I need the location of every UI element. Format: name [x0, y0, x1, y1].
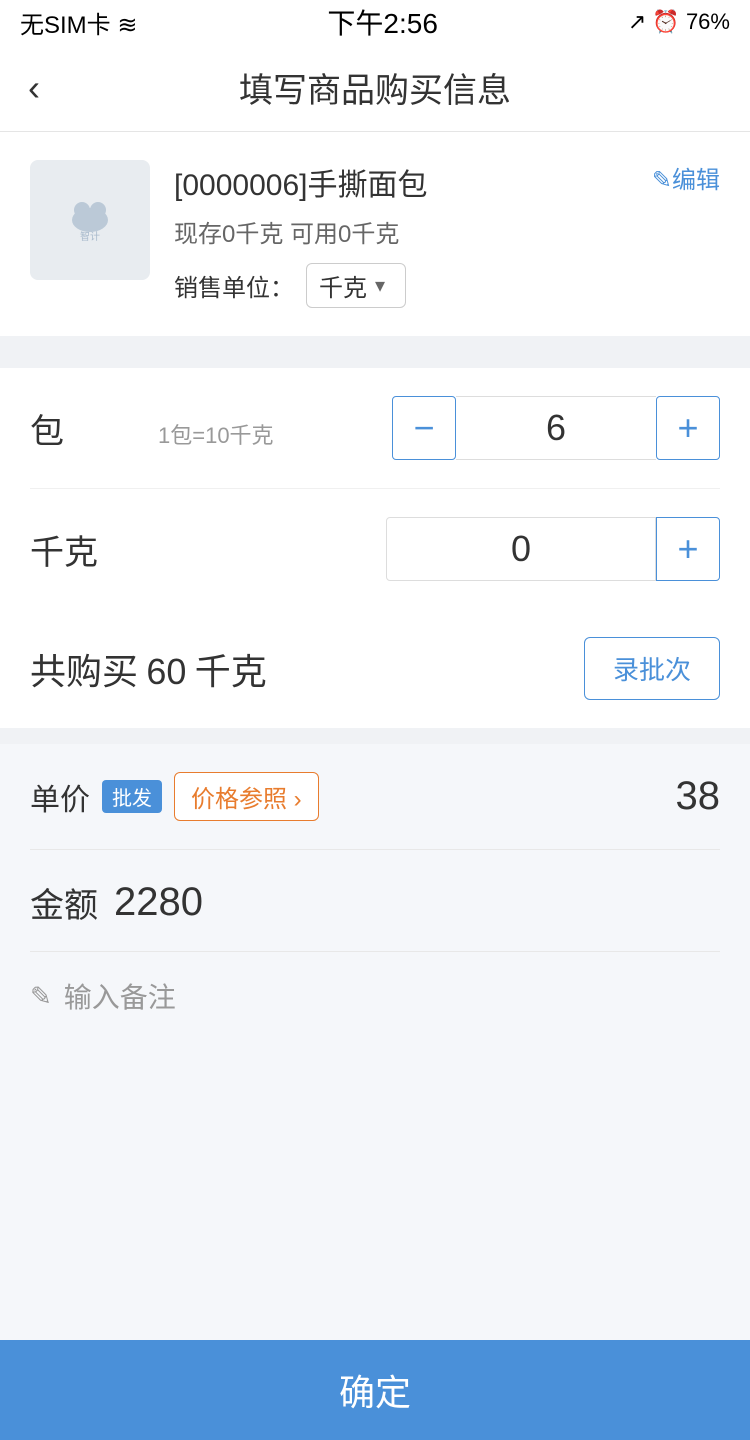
price-label-wrap: 单价 批发 价格参照 › [30, 772, 319, 821]
price-section: 单价 批发 价格参照 › 38 [0, 744, 750, 850]
product-thumbnail-icon: 智计 [60, 190, 120, 250]
confirm-button[interactable]: 确定 [0, 1340, 750, 1440]
amount-label: 金额 [30, 878, 98, 927]
product-card: 智计 [0000006]手撕面包 ✎编辑 现存0千克 可用0千克 销售单位： 千… [0, 132, 750, 336]
summary-amount: 60 [146, 651, 186, 692]
pack-decrement-button[interactable]: − [392, 396, 456, 460]
product-name: [0000006]手撕面包 [174, 160, 427, 204]
summary-text: 共购买 60 千克 [30, 643, 267, 695]
product-image: 智计 [30, 160, 150, 280]
pack-label: 包 [30, 404, 150, 453]
product-unit-row: 销售单位： 千克 ▾ [174, 263, 720, 308]
svg-text:智计: 智计 [80, 230, 100, 243]
amount-row: 金额 2280 [30, 878, 720, 952]
pack-row: 包 1包=10千克 − + [30, 368, 720, 489]
pack-input-section: 包 1包=10千克 − + 千克 + [0, 368, 750, 609]
pack-input[interactable] [456, 396, 656, 460]
remark-placeholder: 输入备注 [64, 976, 176, 1016]
product-stock: 现存0千克 可用0千克 [174, 214, 720, 249]
status-right: ↗ ⏰ 76% [628, 9, 730, 35]
status-time: 下午2:56 [327, 2, 438, 42]
product-name-row: [0000006]手撕面包 ✎编辑 [174, 160, 720, 204]
price-label: 单价 [30, 775, 90, 819]
page-title: 填写商品购买信息 [239, 63, 511, 112]
back-button[interactable]: ‹ [28, 67, 40, 109]
unit-label: 销售单位： [174, 268, 294, 303]
price-row: 单价 批发 价格参照 › 38 [30, 772, 720, 850]
price-ref-button[interactable]: 价格参照 › [174, 772, 319, 821]
unit-dropdown-icon: ▾ [375, 273, 385, 298]
amount-value: 2280 [114, 880, 203, 925]
confirm-label: 确定 [339, 1364, 411, 1416]
summary-prefix: 共购买 [30, 651, 138, 692]
remark-row[interactable]: ✎ 输入备注 [30, 952, 720, 1040]
product-info: [0000006]手撕面包 ✎编辑 现存0千克 可用0千克 销售单位： 千克 ▾ [174, 160, 720, 308]
amount-section: 金额 2280 ✎ 输入备注 [0, 850, 750, 1040]
kg-input[interactable] [386, 517, 656, 581]
kg-label-wrap: 千克 [30, 525, 150, 574]
pack-increment-button[interactable]: + [656, 396, 720, 460]
status-bar: 无SIM卡 ≋ 下午2:56 ↗ ⏰ 76% [0, 0, 750, 44]
pack-stepper: − + [392, 396, 720, 460]
pack-hint: 1包=10千克 [158, 418, 274, 450]
unit-value: 千克 [319, 268, 367, 303]
edit-button[interactable]: ✎编辑 [652, 160, 720, 195]
price-value: 38 [676, 774, 721, 819]
status-left: 无SIM卡 ≋ [20, 5, 137, 40]
nav-bar: ‹ 填写商品购买信息 [0, 44, 750, 132]
kg-increment-button[interactable]: + [656, 517, 720, 581]
main-content-area [0, 1040, 750, 1340]
summary-section: 共购买 60 千克 录批次 [0, 609, 750, 728]
pencil-icon: ✎ [30, 981, 52, 1012]
kg-stepper: + [386, 517, 720, 581]
price-tag: 批发 [102, 780, 162, 813]
kg-row: 千克 + [30, 489, 720, 609]
pack-label-wrap: 包 1包=10千克 [30, 404, 274, 453]
section-divider-1 [0, 352, 750, 368]
unit-selector[interactable]: 千克 ▾ [306, 263, 406, 308]
summary-unit: 千克 [195, 651, 267, 692]
batch-button[interactable]: 录批次 [584, 637, 720, 700]
kg-label: 千克 [30, 525, 150, 574]
